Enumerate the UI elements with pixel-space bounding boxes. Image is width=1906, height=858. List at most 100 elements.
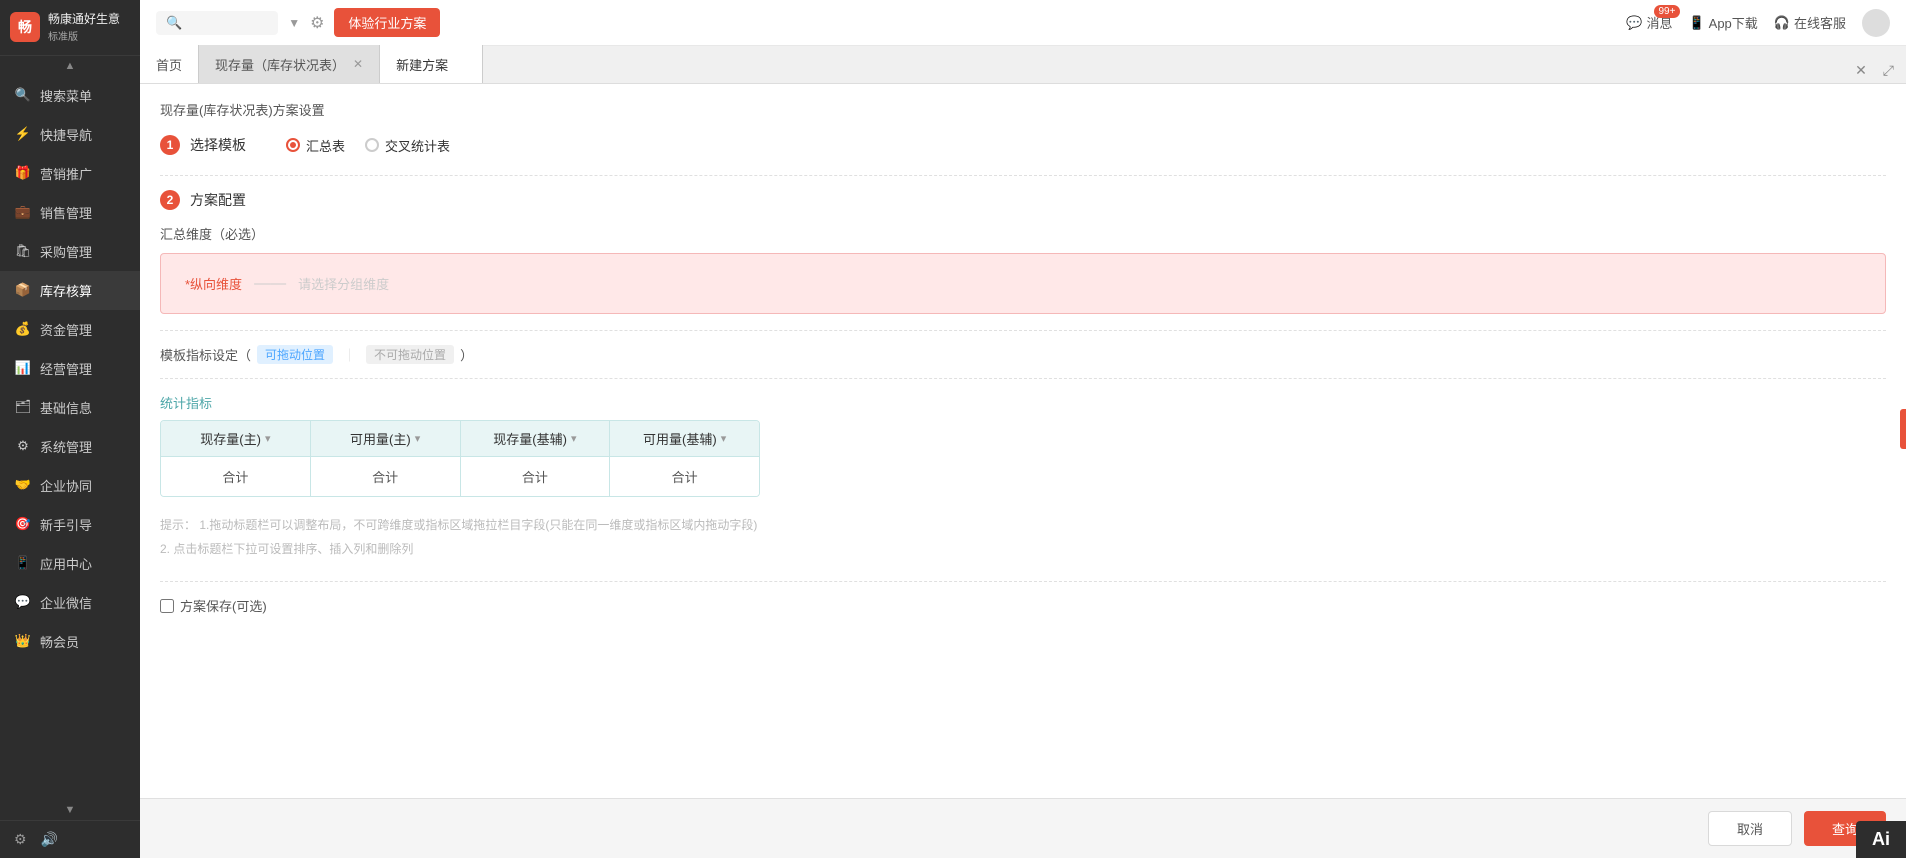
app-logo-icon: 畅 [10,12,40,42]
sidebar-item-inventory[interactable]: 📦 库存核算 [0,271,140,310]
stats-col-1-header[interactable]: 现存量(主) ▾ [161,421,310,457]
stats-col-1-body: 合计 [161,457,310,496]
tab-new-scheme-close-icon[interactable]: ✕ [456,57,466,71]
radio-summary[interactable]: 汇总表 [286,136,345,155]
quicknav-icon: ⚡ [14,125,32,143]
search-input[interactable] [188,16,268,30]
sidebar-item-apps[interactable]: 📱 应用中心 [0,544,140,583]
topbar-search-box[interactable]: 🔍 [156,11,278,35]
sidebar-item-label: 应用中心 [40,554,92,573]
footer-bar: 取消 查询 [140,798,1906,858]
radio-cross[interactable]: 交叉统计表 [365,136,450,155]
stats-col-2-header[interactable]: 可用量(主) ▾ [311,421,460,457]
cancel-button[interactable]: 取消 [1708,811,1792,846]
sidebar-item-label: 经营管理 [40,359,92,378]
sidebar-item-finance[interactable]: 💰 资金管理 [0,310,140,349]
movable-badge: 可拖动位置 [257,345,333,364]
messages-badge: 99+ [1654,5,1681,18]
sidebar: 畅 畅康通好生意 标准版 ▲ 🔍 搜索菜单 ⚡ 快捷导航 🎁 营销推广 💼 销售… [0,0,140,858]
sidebar-logo: 畅 畅康通好生意 标准版 [0,0,140,56]
vertical-dim-dash: —— [254,275,286,293]
tabbar: 首页 现存量（库存状况表） ✕ 新建方案 ✕ ✕ ⤢ [140,46,1906,84]
user-avatar[interactable] [1862,9,1890,37]
tab-inventory-close-icon[interactable]: ✕ [353,57,363,71]
sidebar-item-search[interactable]: 🔍 搜索菜单 [0,76,140,115]
save-checkbox[interactable] [160,599,174,613]
trial-btn[interactable]: 体验行业方案 [334,8,440,37]
section2-header: 2 方案配置 [160,190,1886,210]
sidebar-item-label: 企业协同 [40,476,92,495]
sidebar-item-system[interactable]: ⚙ 系统管理 [0,427,140,466]
wechat-icon: 💬 [14,593,32,611]
online-service-label: 在线客服 [1794,13,1846,32]
sidebar-item-sales[interactable]: 💼 销售管理 [0,193,140,232]
online-service-item[interactable]: 🎧 在线客服 [1774,13,1846,32]
topbar-gear-icon[interactable]: ⚙ [310,13,324,33]
section-divider-4 [160,581,1886,582]
ai-badge[interactable]: Ai [1856,821,1906,858]
stats-col-2-body: 合计 [311,457,460,496]
speaker-footer-icon[interactable]: 🔊 [41,831,58,848]
app-edition: 标准版 [48,28,120,43]
topbar-right: 💬 消息 99+ 📱 App下载 🎧 在线客服 [1626,9,1890,37]
stats-table: 现存量(主) ▾ 合计 可用量(主) ▾ 合计 [160,420,760,497]
right-handle[interactable] [1900,409,1906,449]
topbar-dropdown-arrow[interactable]: ▼ [288,16,300,30]
summary-dimension-label: 汇总维度（必选） [160,224,1886,243]
app-download-icon: 📱 [1688,15,1704,31]
app-name: 畅康通好生意 [48,12,120,28]
tips-section: 提示： 1.拖动标题栏可以调整布局，不可跨维度或指标区域拖拉栏目字段(只能在同一… [160,513,1886,561]
sidebar-item-label: 库存核算 [40,281,92,300]
sidebar-item-basic[interactable]: 🗂 基础信息 [0,388,140,427]
section1-title: 选择模板 [190,135,246,155]
sidebar-scroll-down[interactable]: ▼ [0,800,140,820]
sidebar-item-label: 资金管理 [40,320,92,339]
stats-col-2: 可用量(主) ▾ 合计 [311,421,461,496]
stats-col-4-header[interactable]: 可用量(基辅) ▾ [610,421,759,457]
topbar-left: 🔍 ▼ ⚙ 体验行业方案 [156,8,440,37]
inventory-icon: 📦 [14,281,32,299]
stats-col-4-chevron[interactable]: ▾ [721,432,727,445]
window-close-btn[interactable]: ✕ [1851,58,1871,83]
stats-col-3-chevron[interactable]: ▾ [571,432,577,445]
sidebar-item-cooperation[interactable]: 🤝 企业协同 [0,466,140,505]
app-download-item[interactable]: 📱 App下载 [1688,13,1757,32]
sidebar-scroll-up[interactable]: ▲ [0,56,140,76]
window-expand-btn[interactable]: ⤢ [1879,58,1898,83]
tab-inventory-status[interactable]: 现存量（库存状况表） ✕ [199,45,380,83]
vertical-dim-placeholder[interactable]: 请选择分组维度 [298,274,389,293]
sidebar-item-label: 营销推广 [40,164,92,183]
messages-item[interactable]: 💬 消息 99+ [1626,13,1672,32]
sidebar-item-label: 系统管理 [40,437,92,456]
sidebar-item-wechat[interactable]: 💬 企业微信 [0,583,140,622]
settings-footer-icon[interactable]: ⚙ [14,831,27,848]
section-divider-2 [160,330,1886,331]
purchase-icon: 🛍 [14,242,32,260]
sidebar-item-newbie[interactable]: 🎯 新手引导 [0,505,140,544]
sidebar-nav: 🔍 搜索菜单 ⚡ 快捷导航 🎁 营销推广 💼 销售管理 🛍 采购管理 📦 库存核… [0,76,140,800]
service-icon: 🎧 [1774,15,1790,31]
stats-col-2-chevron[interactable]: ▾ [415,432,421,445]
stats-col-3-body: 合计 [461,457,610,496]
stats-col-1-header-label: 现存量(主) [200,429,261,448]
page-title: 现存量(库存状况表)方案设置 [160,100,1886,119]
tab-new-scheme-label: 新建方案 [396,55,448,74]
radio-dot-cross[interactable] [365,138,379,152]
stats-col-1-chevron[interactable]: ▾ [265,432,271,445]
operations-icon: 📊 [14,359,32,377]
sidebar-item-member[interactable]: 👑 畅会员 [0,622,140,661]
sidebar-item-operations[interactable]: 📊 经营管理 [0,349,140,388]
sidebar-item-purchase[interactable]: 🛍 采购管理 [0,232,140,271]
sidebar-item-marketing[interactable]: 🎁 营销推广 [0,154,140,193]
app-download-label: App下载 [1709,13,1758,32]
tab-new-scheme[interactable]: 新建方案 ✕ [380,45,483,83]
indicator-settings-label: 模板指标设定（ 可拖动位置 ｜ 不可拖动位置 ） [160,345,473,364]
section2-number: 2 [160,190,180,210]
sidebar-item-label: 采购管理 [40,242,92,261]
radio-dot-summary[interactable] [286,138,300,152]
member-icon: 👑 [14,632,32,650]
save-label: 方案保存(可选) [180,596,267,615]
tab-home[interactable]: 首页 [140,45,199,83]
sidebar-item-quicknav[interactable]: ⚡ 快捷导航 [0,115,140,154]
stats-col-3-header[interactable]: 现存量(基辅) ▾ [461,421,610,457]
